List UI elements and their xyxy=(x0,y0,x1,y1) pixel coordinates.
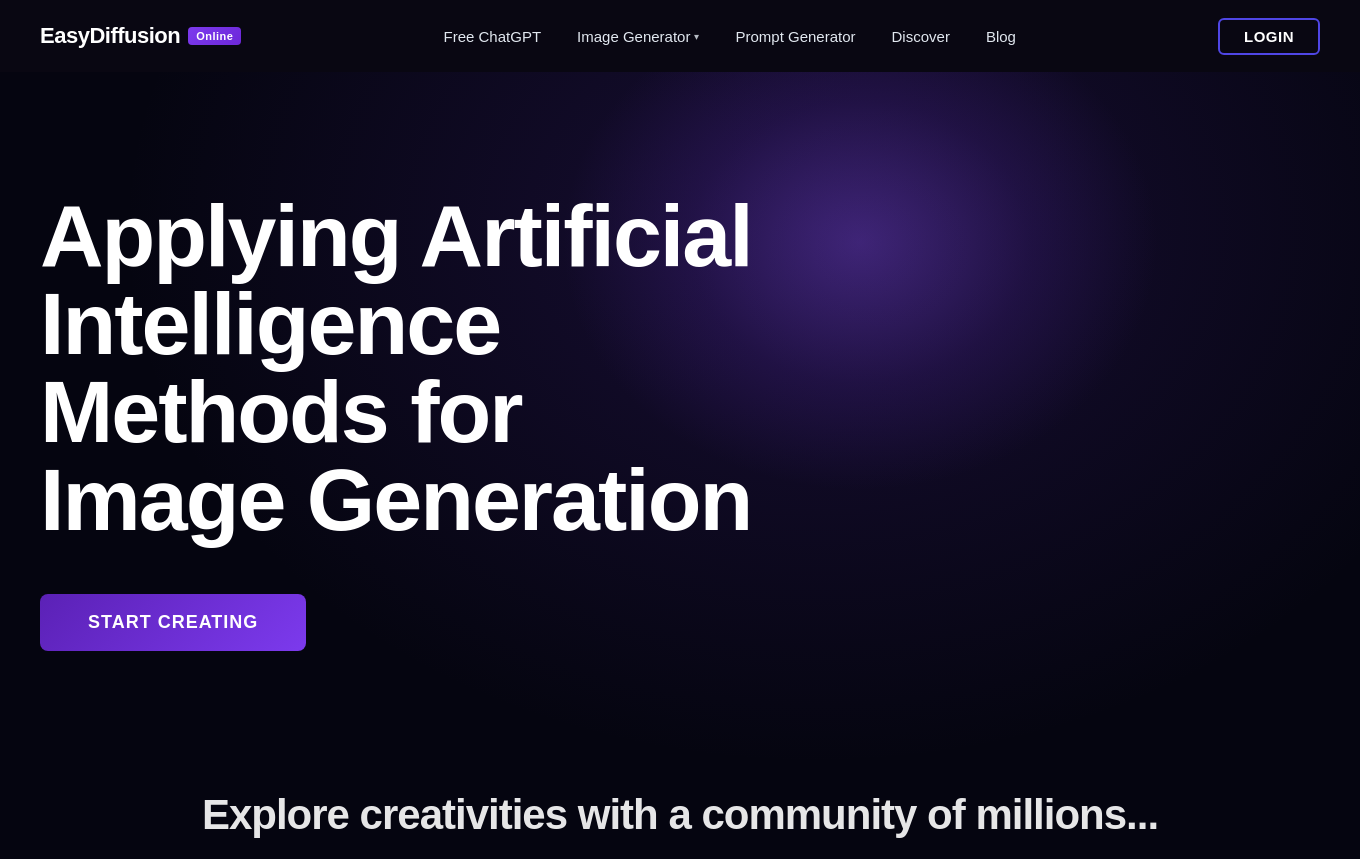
login-button[interactable]: LOGIN xyxy=(1218,18,1320,55)
online-badge: Online xyxy=(188,27,241,45)
hero-title: Applying Artificial Intelligence Methods… xyxy=(40,192,800,544)
nav-item-blog[interactable]: Blog xyxy=(986,28,1016,45)
nav-item-discover[interactable]: Discover xyxy=(892,28,950,45)
logo-text: EasyDiffusion xyxy=(40,23,180,49)
chevron-down-icon: ▾ xyxy=(694,31,699,42)
nav-item-free-chatgpt[interactable]: Free ChatGPT xyxy=(444,28,542,45)
hero-content: Applying Artificial Intelligence Methods… xyxy=(40,192,800,651)
hero-section: Applying Artificial Intelligence Methods… xyxy=(0,72,1360,859)
hero-title-line1: Applying Artificial xyxy=(40,186,752,285)
nav-link-blog[interactable]: Blog xyxy=(986,28,1016,45)
hero-title-line3: Methods for xyxy=(40,362,522,461)
nav-item-prompt-generator[interactable]: Prompt Generator xyxy=(735,28,855,45)
nav-link-image-generator[interactable]: Image Generator ▾ xyxy=(577,28,699,45)
nav-link-discover[interactable]: Discover xyxy=(892,28,950,45)
nav-link-prompt-generator[interactable]: Prompt Generator xyxy=(735,28,855,45)
nav-links: Free ChatGPT Image Generator ▾ Prompt Ge… xyxy=(444,28,1016,45)
hero-title-line2: Intelligence xyxy=(40,274,500,373)
start-creating-button[interactable]: START CREATING xyxy=(40,594,306,651)
logo-area[interactable]: EasyDiffusion Online xyxy=(40,23,241,49)
hero-title-line4: Image Generation xyxy=(40,450,751,549)
navbar: EasyDiffusion Online Free ChatGPT Image … xyxy=(0,0,1360,72)
bottom-tagline: Explore creativities with a community of… xyxy=(0,791,1360,839)
nav-item-image-generator[interactable]: Image Generator ▾ xyxy=(577,28,699,45)
nav-link-free-chatgpt[interactable]: Free ChatGPT xyxy=(444,28,542,45)
bottom-section: Explore creativities with a community of… xyxy=(0,791,1360,859)
